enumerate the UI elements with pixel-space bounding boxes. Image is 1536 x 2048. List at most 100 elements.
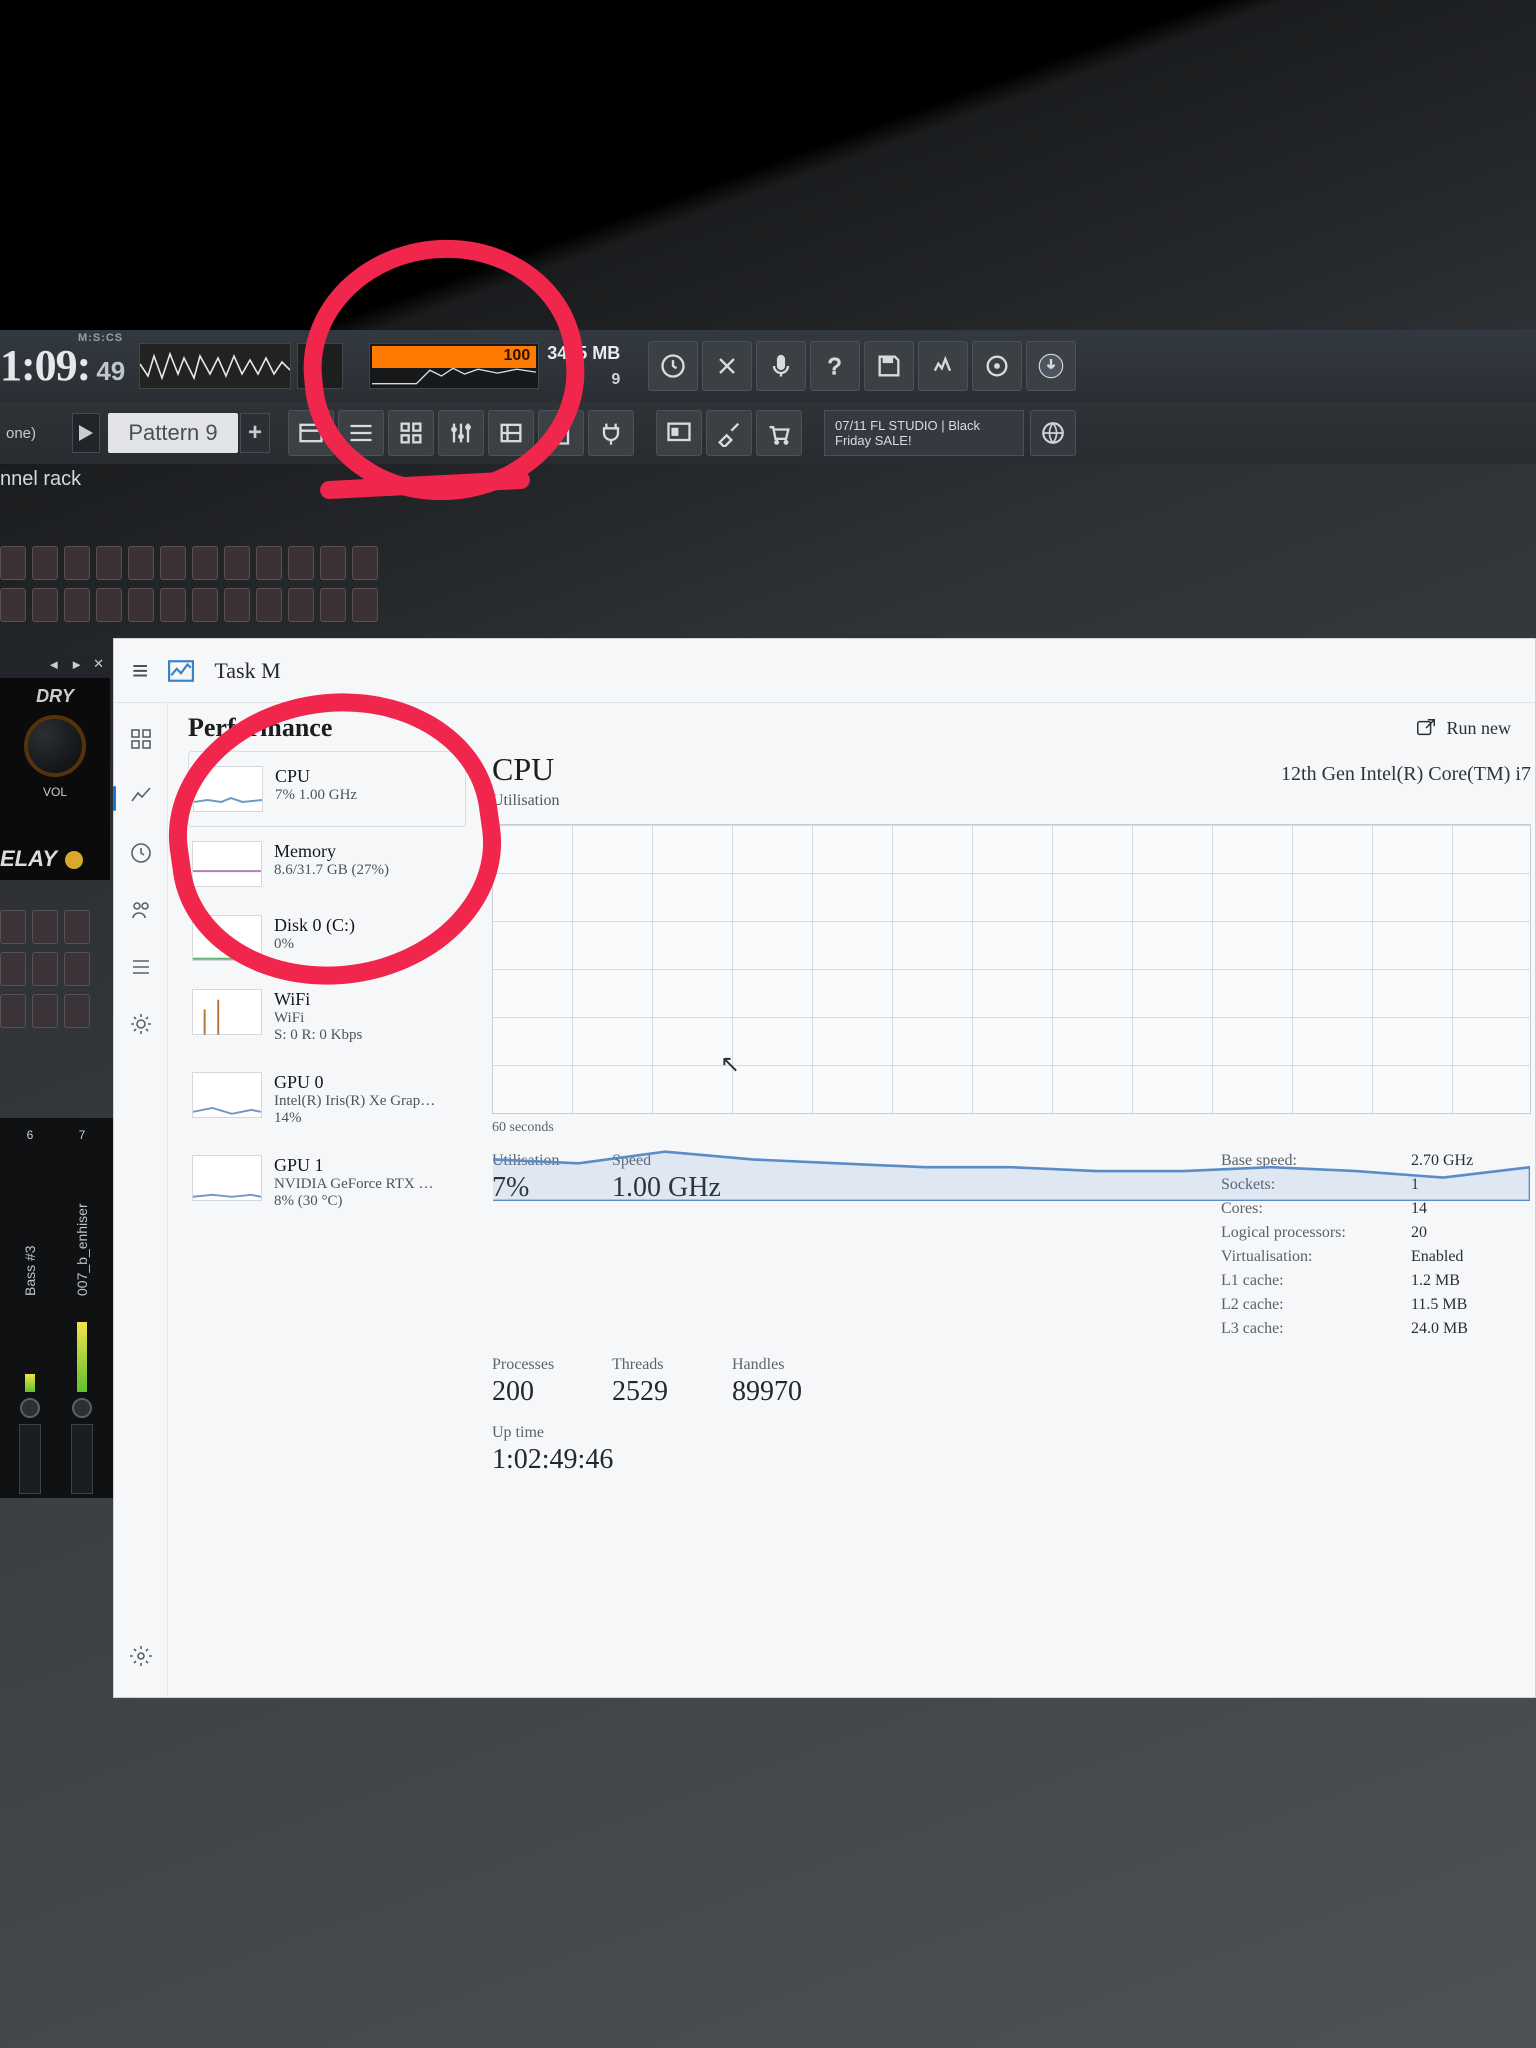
mixer-track-num: 6	[27, 1128, 34, 1142]
step-sequencer-2[interactable]	[0, 910, 90, 1028]
mixer-track-2[interactable]: 7 007_b_enhiser	[58, 1128, 106, 1498]
gpu1-thumb-icon	[192, 1155, 262, 1201]
mode-label: one)	[6, 425, 36, 442]
output-waveform[interactable]	[139, 343, 291, 389]
tm-item-gpu0[interactable]: GPU 0Intel(R) Iris(R) Xe Grap…14%	[188, 1058, 466, 1141]
plugin-dry-knob[interactable]	[24, 715, 86, 777]
app-history-tab-icon[interactable]	[129, 841, 153, 870]
shop-button[interactable]	[756, 410, 802, 456]
uptime-value: 1:02:49:46	[492, 1444, 1531, 1476]
cpu-thumb-icon	[193, 766, 263, 812]
transport-time[interactable]: 1:09: 49	[0, 344, 125, 388]
metronome-button[interactable]	[972, 341, 1022, 391]
tm-item-sub: 8.6/31.7 GB (27%)	[274, 862, 389, 879]
undo-history-button[interactable]	[648, 341, 698, 391]
fl-top-toolbar: M:S:CS 1:09: 49 100 3475 MB 9 ?	[0, 330, 1536, 402]
fl-second-toolbar: one) Pattern 9 + 07/11 FL STUDIO | Black…	[0, 402, 1536, 464]
plugin-close-icon[interactable]: ✕	[93, 656, 104, 672]
kv-key: Cores:	[1221, 1200, 1411, 1218]
time-cs: 49	[96, 358, 125, 384]
save-button[interactable]	[864, 341, 914, 391]
fader[interactable]	[19, 1424, 41, 1494]
tm-cpu-chart[interactable]	[492, 824, 1531, 1114]
master-volume[interactable]	[297, 343, 343, 389]
tm-item-memory[interactable]: Memory8.6/31.7 GB (27%)	[188, 827, 466, 901]
hamburger-icon[interactable]: ≡	[132, 655, 148, 687]
time-main: 1:09:	[0, 344, 90, 388]
plugin-prev-icon[interactable]: ◄	[47, 657, 60, 672]
time-format-label: M:S:CS	[78, 332, 123, 344]
plugin-next-icon[interactable]: ►	[70, 657, 83, 672]
fl-cpu-bar: 100	[372, 346, 536, 368]
tm-item-disk[interactable]: Disk 0 (C:)0%	[188, 901, 466, 975]
fl-cpu-meter[interactable]: 100	[369, 343, 539, 389]
pan-knob[interactable]	[20, 1398, 40, 1418]
stat-value: 89970	[732, 1376, 802, 1408]
mixer-button[interactable]	[438, 410, 484, 456]
tm-item-name: WiFi	[274, 989, 362, 1010]
pattern-add-button[interactable]: +	[240, 413, 270, 453]
svg-text:?: ?	[828, 353, 841, 379]
settings-icon[interactable]	[129, 1644, 153, 1673]
news-panel[interactable]: 07/11 FL STUDIO | Black Friday SALE!	[824, 410, 1024, 456]
render-button[interactable]	[918, 341, 968, 391]
tm-item-name: GPU 0	[274, 1072, 435, 1093]
startup-tab-icon[interactable]	[129, 898, 153, 927]
record-button[interactable]	[756, 341, 806, 391]
kv-key: Virtualisation:	[1221, 1248, 1411, 1266]
performance-tab-icon[interactable]	[129, 784, 153, 813]
tm-item-name: Disk 0 (C:)	[274, 915, 355, 936]
download-button[interactable]	[1026, 341, 1076, 391]
tm-item-sub: 7% 1.00 GHz	[275, 787, 357, 804]
fl-cpu-graph	[372, 366, 536, 386]
pan-knob[interactable]	[72, 1398, 92, 1418]
online-button[interactable]	[1030, 410, 1076, 456]
tm-item-wifi[interactable]: WiFiWiFiS: 0 R: 0 Kbps	[188, 975, 466, 1058]
fader[interactable]	[71, 1424, 93, 1494]
disk-thumb-icon	[192, 915, 262, 961]
mixer-track-label: Bass #3	[22, 1148, 38, 1296]
kv-val: Enabled	[1411, 1248, 1531, 1266]
processes-tab-icon[interactable]	[129, 727, 153, 756]
tm-resource-list: CPU7% 1.00 GHz Memory8.6/31.7 GB (27%) D…	[188, 751, 466, 1697]
browser-button[interactable]	[488, 410, 534, 456]
channel-rack-button[interactable]	[388, 410, 434, 456]
news-line2: Friday SALE!	[835, 433, 1013, 448]
plugin-vol-label: VOL	[0, 785, 110, 799]
fl-polyphony: 9	[611, 371, 620, 389]
tm-titlebar[interactable]: ≡ Task M	[114, 639, 1535, 703]
memory-thumb-icon	[192, 841, 262, 887]
news-line1: 07/11 FL STUDIO | Black	[835, 418, 1013, 433]
kv-val: 1.2 MB	[1411, 1272, 1531, 1290]
step-sequencer[interactable]	[0, 546, 378, 622]
piano-roll-button[interactable]	[338, 410, 384, 456]
help-button[interactable]: ?	[810, 341, 860, 391]
tm-item-sub: Intel(R) Iris(R) Xe Grap…	[274, 1093, 435, 1110]
brush-button[interactable]	[706, 410, 752, 456]
stat-value: 200	[492, 1376, 602, 1408]
stat-label: Handles	[732, 1356, 802, 1374]
run-new-task-button[interactable]: Run new	[1415, 717, 1512, 739]
pattern-play-button[interactable]	[72, 413, 100, 453]
delay-plugin: ◄ ► ✕ DRY VOL ELAY	[0, 650, 110, 880]
plugin-button[interactable]	[588, 410, 634, 456]
tm-uptime: Up time 1:02:49:46	[492, 1424, 1531, 1476]
kv-key: L3 cache:	[1221, 1320, 1411, 1338]
view-button[interactable]	[656, 410, 702, 456]
mixer-track-1[interactable]: 6 Bass #3	[6, 1128, 54, 1498]
tools-button[interactable]	[702, 341, 752, 391]
details-tab-icon[interactable]	[129, 955, 153, 984]
tm-item-name: GPU 1	[274, 1155, 434, 1176]
task-manager-icon	[168, 660, 194, 682]
file-button[interactable]	[538, 410, 584, 456]
tm-item-gpu1[interactable]: GPU 1NVIDIA GeForce RTX …8% (30 °C)	[188, 1141, 466, 1224]
services-tab-icon[interactable]	[129, 1012, 153, 1041]
tm-section-title: Performance	[188, 713, 332, 743]
playlist-button[interactable]	[288, 410, 334, 456]
tm-item-sub2: 8% (30 °C)	[274, 1193, 434, 1210]
tm-item-sub2: 0%	[274, 936, 355, 953]
plugin-header[interactable]: ◄ ► ✕	[0, 650, 110, 678]
pattern-selector[interactable]: Pattern 9	[108, 413, 238, 453]
tm-item-cpu[interactable]: CPU7% 1.00 GHz	[188, 751, 466, 827]
tm-cpu-model: 12th Gen Intel(R) Core(TM) i7	[1281, 763, 1531, 786]
